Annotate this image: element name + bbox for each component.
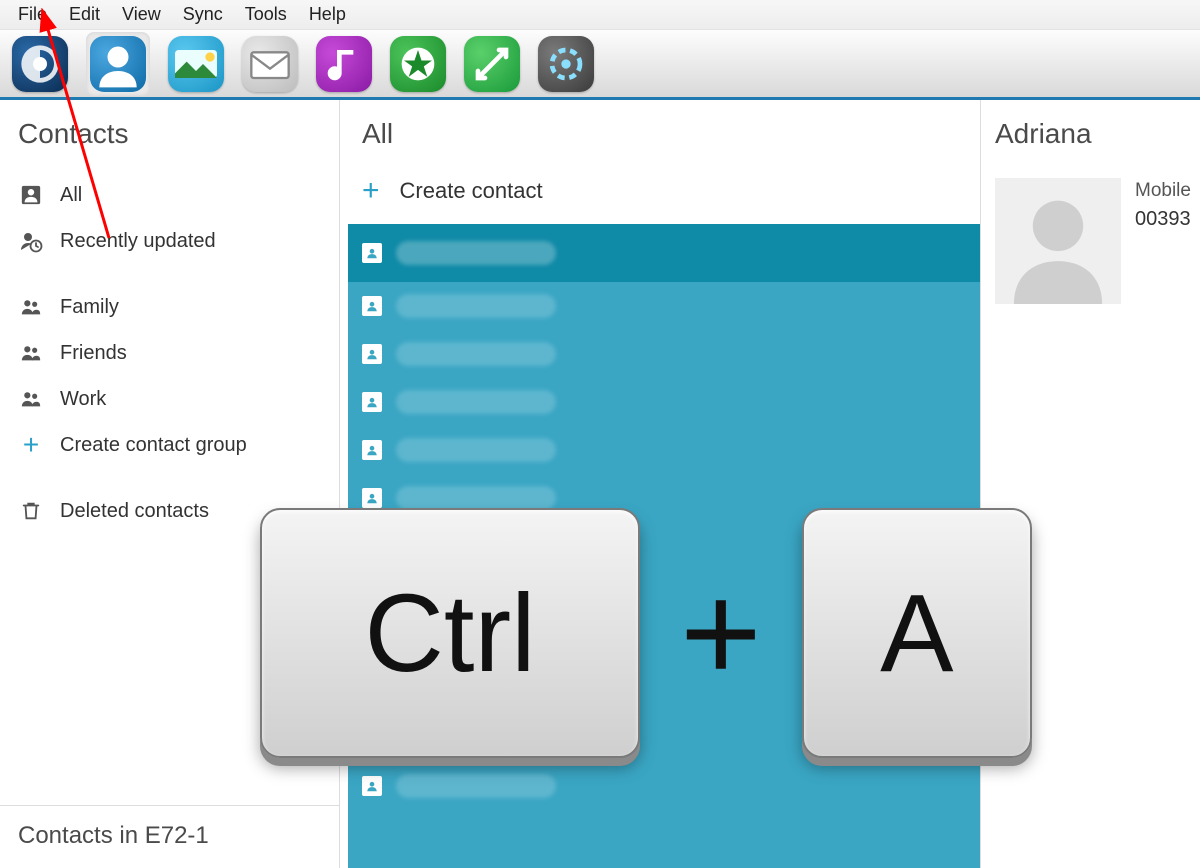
sidebar-group-friends[interactable]: Friends [0, 330, 339, 376]
group-icon [18, 294, 44, 320]
sidebar-item-label: Deleted contacts [60, 500, 209, 523]
settings-icon[interactable] [538, 36, 594, 92]
home-icon[interactable] [12, 36, 68, 92]
contact-name-blurred [396, 726, 556, 750]
contacts-icon[interactable] [86, 32, 150, 96]
contact-name-blurred [396, 241, 556, 265]
detail-field-value: 00393 [1135, 208, 1191, 231]
contact-name-blurred [396, 582, 556, 606]
contact-name-blurred [396, 630, 556, 654]
person-icon [362, 243, 382, 263]
contact-name: Adriana [995, 118, 1200, 150]
sidebar-item-label: Recently updated [60, 230, 216, 253]
sidebar-footer: Contacts in E72-1 [0, 805, 339, 868]
person-icon [362, 392, 382, 412]
person-icon [362, 776, 382, 796]
person-icon [18, 182, 44, 208]
maps-icon[interactable] [390, 36, 446, 92]
person-icon [362, 728, 382, 748]
contact-name-blurred [396, 294, 556, 318]
contact-row[interactable] [348, 762, 980, 810]
list-title: All [340, 118, 980, 168]
sidebar-item-label: Friends [60, 342, 127, 365]
menu-tools[interactable]: Tools [245, 4, 287, 25]
contact-name-blurred [396, 390, 556, 414]
menu-help[interactable]: Help [309, 4, 346, 25]
contact-row[interactable] [348, 224, 980, 282]
contact-name-blurred [396, 534, 556, 558]
sidebar-deleted[interactable]: Deleted contacts [0, 488, 339, 534]
trash-icon [18, 498, 44, 524]
contact-name-blurred [396, 342, 556, 366]
person-icon [362, 680, 382, 700]
contact-list-panel: All + Create contact [340, 100, 980, 868]
person-icon [362, 344, 382, 364]
group-icon [18, 340, 44, 366]
sidebar-group-family[interactable]: Family [0, 284, 339, 330]
contact-row[interactable] [348, 714, 980, 762]
contact-row[interactable] [348, 474, 980, 522]
menu-edit[interactable]: Edit [69, 4, 100, 25]
avatar [995, 178, 1121, 304]
create-contact-button[interactable]: + Create contact [340, 168, 980, 224]
detail-field-label: Mobile [1135, 180, 1191, 202]
contact-row[interactable] [348, 570, 980, 618]
sidebar-item-label: All [60, 184, 82, 207]
contact-row[interactable] [348, 666, 980, 714]
contact-row[interactable] [348, 618, 980, 666]
menu-file[interactable]: File [18, 4, 47, 25]
person-icon [362, 296, 382, 316]
sidebar-title: Contacts [0, 118, 339, 172]
person-icon [362, 632, 382, 652]
create-contact-label: Create contact [400, 178, 543, 204]
photos-icon[interactable] [168, 36, 224, 92]
contact-row[interactable] [348, 282, 980, 330]
contact-row[interactable] [348, 378, 980, 426]
sidebar-item-recent[interactable]: Recently updated [0, 218, 339, 264]
group-icon [18, 386, 44, 412]
sidebar-item-all[interactable]: All [0, 172, 339, 218]
person-clock-icon [18, 228, 44, 254]
plus-icon: + [362, 176, 380, 206]
person-icon [362, 584, 382, 604]
music-icon[interactable] [316, 36, 372, 92]
contact-row[interactable] [348, 426, 980, 474]
toolbar [0, 30, 1200, 100]
plus-icon: + [18, 432, 44, 458]
sidebar-item-label: Work [60, 388, 106, 411]
contact-list[interactable] [348, 224, 980, 868]
contact-name-blurred [396, 774, 556, 798]
sidebar: Contacts All Recently updated Family Fri… [0, 100, 340, 868]
person-icon [362, 488, 382, 508]
contact-name-blurred [396, 678, 556, 702]
sidebar-create-group[interactable]: + Create contact group [0, 422, 339, 468]
sidebar-item-label: Family [60, 296, 119, 319]
person-icon [362, 440, 382, 460]
messages-icon[interactable] [242, 36, 298, 92]
contact-name-blurred [396, 438, 556, 462]
contact-row[interactable] [348, 330, 980, 378]
person-icon [362, 536, 382, 556]
store-icon[interactable] [464, 36, 520, 92]
menu-sync[interactable]: Sync [183, 4, 223, 25]
sidebar-item-label: Create contact group [60, 434, 247, 457]
sidebar-group-work[interactable]: Work [0, 376, 339, 422]
contact-row[interactable] [348, 522, 980, 570]
menu-view[interactable]: View [122, 4, 161, 25]
menu-bar: File Edit View Sync Tools Help [0, 0, 1200, 30]
contact-name-blurred [396, 486, 556, 510]
contact-details-panel: Adriana Mobile 00393 [980, 100, 1200, 868]
